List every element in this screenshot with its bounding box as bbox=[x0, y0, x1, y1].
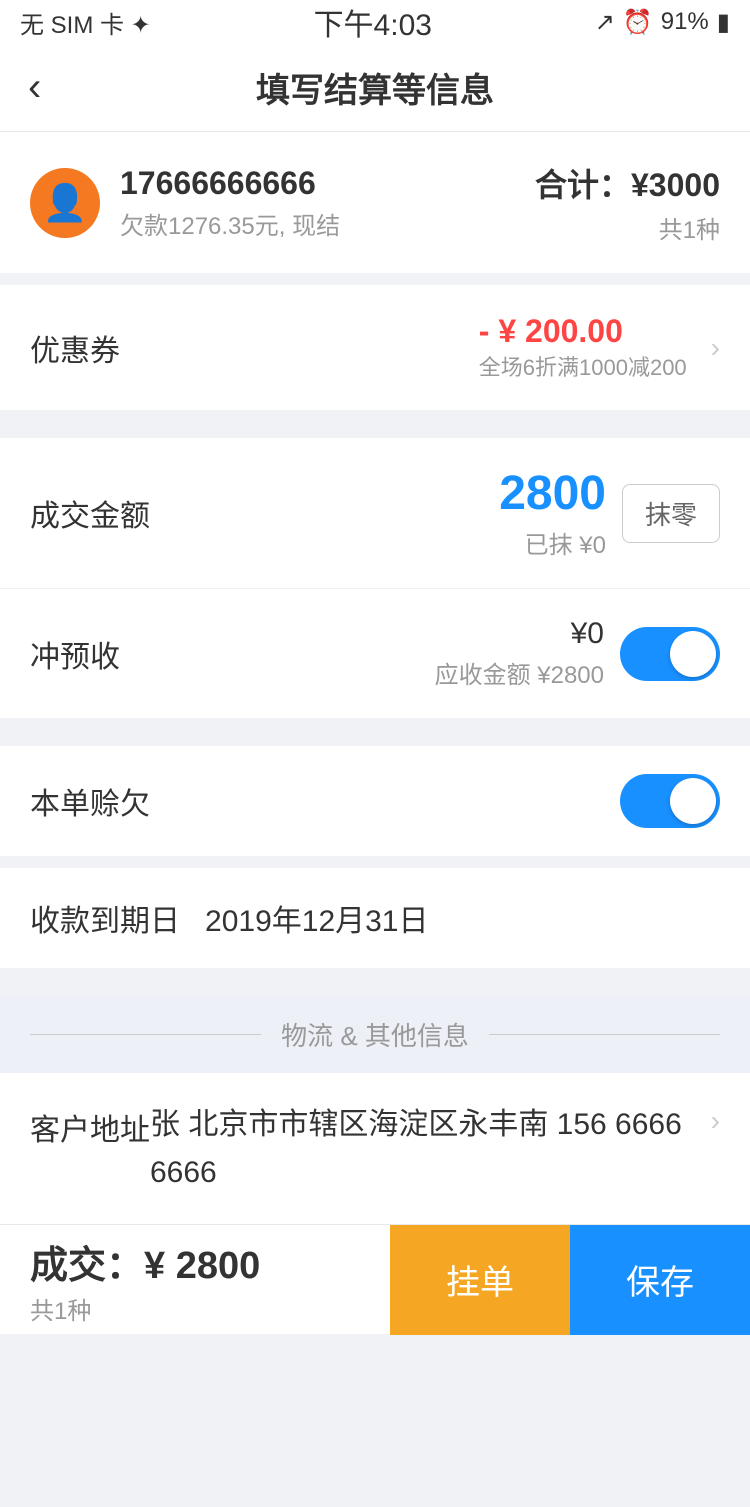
prepay-label: 冲预收 bbox=[30, 632, 120, 676]
debt-toggle-knob bbox=[670, 778, 716, 824]
toggle-knob bbox=[670, 631, 716, 677]
due-date-row: 收款到期日 2019年12月31日 bbox=[0, 868, 750, 968]
address-label: 客户地址 bbox=[30, 1105, 150, 1149]
address-value: 张 北京市市辖区海淀区永丰南 156 6666 6666 bbox=[150, 1101, 701, 1197]
alarm-icon: ⏰ bbox=[623, 8, 653, 37]
coupon-desc: 全场6折满1000减200 bbox=[479, 350, 687, 382]
user-card: 👤 17666666666 欠款1276.35元, 现结 合计：¥3000 共1… bbox=[0, 132, 750, 273]
total-amount: 合计：¥3000 bbox=[535, 160, 720, 206]
erased-label: 已抹 ¥0 bbox=[499, 525, 606, 560]
coupon-right: - ¥ 200.00 全场6折满1000减200 › bbox=[479, 313, 720, 382]
battery-label: 91% bbox=[661, 8, 709, 36]
status-bar: 无 SIM 卡 ✦ 下午4:03 ↗ ⏰ 91% ▮ bbox=[0, 0, 750, 44]
user-left: 👤 17666666666 欠款1276.35元, 现结 bbox=[30, 165, 340, 241]
user-info: 17666666666 欠款1276.35元, 现结 bbox=[120, 165, 340, 241]
bottom-deal-amount: ¥ 2800 bbox=[144, 1245, 260, 1287]
status-time: 下午4:03 bbox=[314, 0, 432, 44]
bottom-summary: 成交：¥ 2800 共1种 bbox=[0, 1234, 390, 1326]
deal-amount-row: 成交金额 2800 已抹 ¥0 抹零 bbox=[0, 438, 750, 589]
divider-line-left bbox=[30, 1034, 261, 1035]
separator-1 bbox=[0, 422, 750, 438]
coupon-section: 优惠券 - ¥ 200.00 全场6折满1000减200 › bbox=[0, 285, 750, 410]
status-left: 无 SIM 卡 ✦ bbox=[20, 5, 151, 40]
deal-amount-value: 2800 bbox=[499, 466, 606, 521]
battery-icon: ▮ bbox=[717, 8, 730, 37]
prepay-value: ¥0 bbox=[435, 617, 604, 651]
separator-2 bbox=[0, 730, 750, 746]
bottom-bar: 成交：¥ 2800 共1种 挂单 保存 bbox=[0, 1224, 750, 1334]
divider-line-right bbox=[489, 1034, 720, 1035]
coupon-label: 优惠券 bbox=[30, 326, 120, 370]
coupon-row[interactable]: 优惠券 - ¥ 200.00 全场6折满1000减200 › bbox=[0, 285, 750, 410]
avatar: 👤 bbox=[30, 168, 100, 238]
back-button[interactable]: ‹ bbox=[28, 65, 41, 110]
user-phone: 17666666666 bbox=[120, 165, 340, 202]
bottom-deal-label: 成交：¥ 2800 bbox=[30, 1234, 360, 1289]
location-icon: ↗ bbox=[595, 8, 615, 37]
save-button[interactable]: 保存 bbox=[570, 1225, 750, 1335]
prepay-toggle[interactable] bbox=[620, 627, 720, 681]
debt-right bbox=[620, 774, 720, 828]
address-row[interactable]: 客户地址 张 北京市市辖区海淀区永丰南 156 6666 6666 › bbox=[0, 1073, 750, 1225]
due-date-value-inline: 2019年12月31日 bbox=[205, 905, 428, 938]
due-date-section: 收款到期日 2019年12月31日 bbox=[0, 868, 750, 968]
nav-bar: ‹ 填写结算等信息 bbox=[0, 44, 750, 132]
deal-section: 成交金额 2800 已抹 ¥0 抹零 冲预收 ¥0 应收金额 ¥2800 bbox=[0, 438, 750, 718]
user-debt: 欠款1276.35元, 现结 bbox=[120, 206, 340, 241]
round-button[interactable]: 抹零 bbox=[622, 484, 720, 543]
deal-amount-right: 2800 已抹 ¥0 抹零 bbox=[499, 466, 720, 560]
page-title: 填写结算等信息 bbox=[256, 63, 494, 112]
prepay-sub: 应收金额 ¥2800 bbox=[435, 655, 604, 690]
debt-toggle[interactable] bbox=[620, 774, 720, 828]
status-right: ↗ ⏰ 91% ▮ bbox=[595, 8, 730, 37]
prepay-right: ¥0 应收金额 ¥2800 bbox=[435, 617, 720, 690]
logistics-divider: 物流 & 其他信息 bbox=[0, 996, 750, 1073]
debt-row: 本单赊欠 bbox=[0, 746, 750, 856]
debt-section: 本单赊欠 bbox=[0, 746, 750, 856]
bottom-count: 共1种 bbox=[30, 1291, 360, 1326]
prepay-row: 冲预收 ¥0 应收金额 ¥2800 bbox=[0, 589, 750, 718]
separator-3 bbox=[0, 980, 750, 996]
address-section: 客户地址 张 北京市市辖区海淀区永丰南 156 6666 6666 › bbox=[0, 1073, 750, 1225]
sim-label: 无 SIM 卡 ✦ bbox=[20, 5, 151, 40]
user-total: 合计：¥3000 共1种 bbox=[535, 160, 720, 245]
chevron-right-icon: › bbox=[711, 332, 720, 364]
avatar-icon: 👤 bbox=[43, 182, 88, 224]
logistics-label: 物流 & 其他信息 bbox=[281, 1016, 469, 1053]
address-chevron-icon: › bbox=[711, 1105, 720, 1137]
debt-label: 本单赊欠 bbox=[30, 779, 150, 823]
deal-amount-label: 成交金额 bbox=[30, 491, 150, 535]
total-count: 共1种 bbox=[535, 210, 720, 245]
due-date-label: 收款到期日 2019年12月31日 bbox=[30, 896, 429, 940]
coupon-value: - ¥ 200.00 bbox=[479, 313, 687, 350]
hang-button[interactable]: 挂单 bbox=[390, 1225, 570, 1335]
